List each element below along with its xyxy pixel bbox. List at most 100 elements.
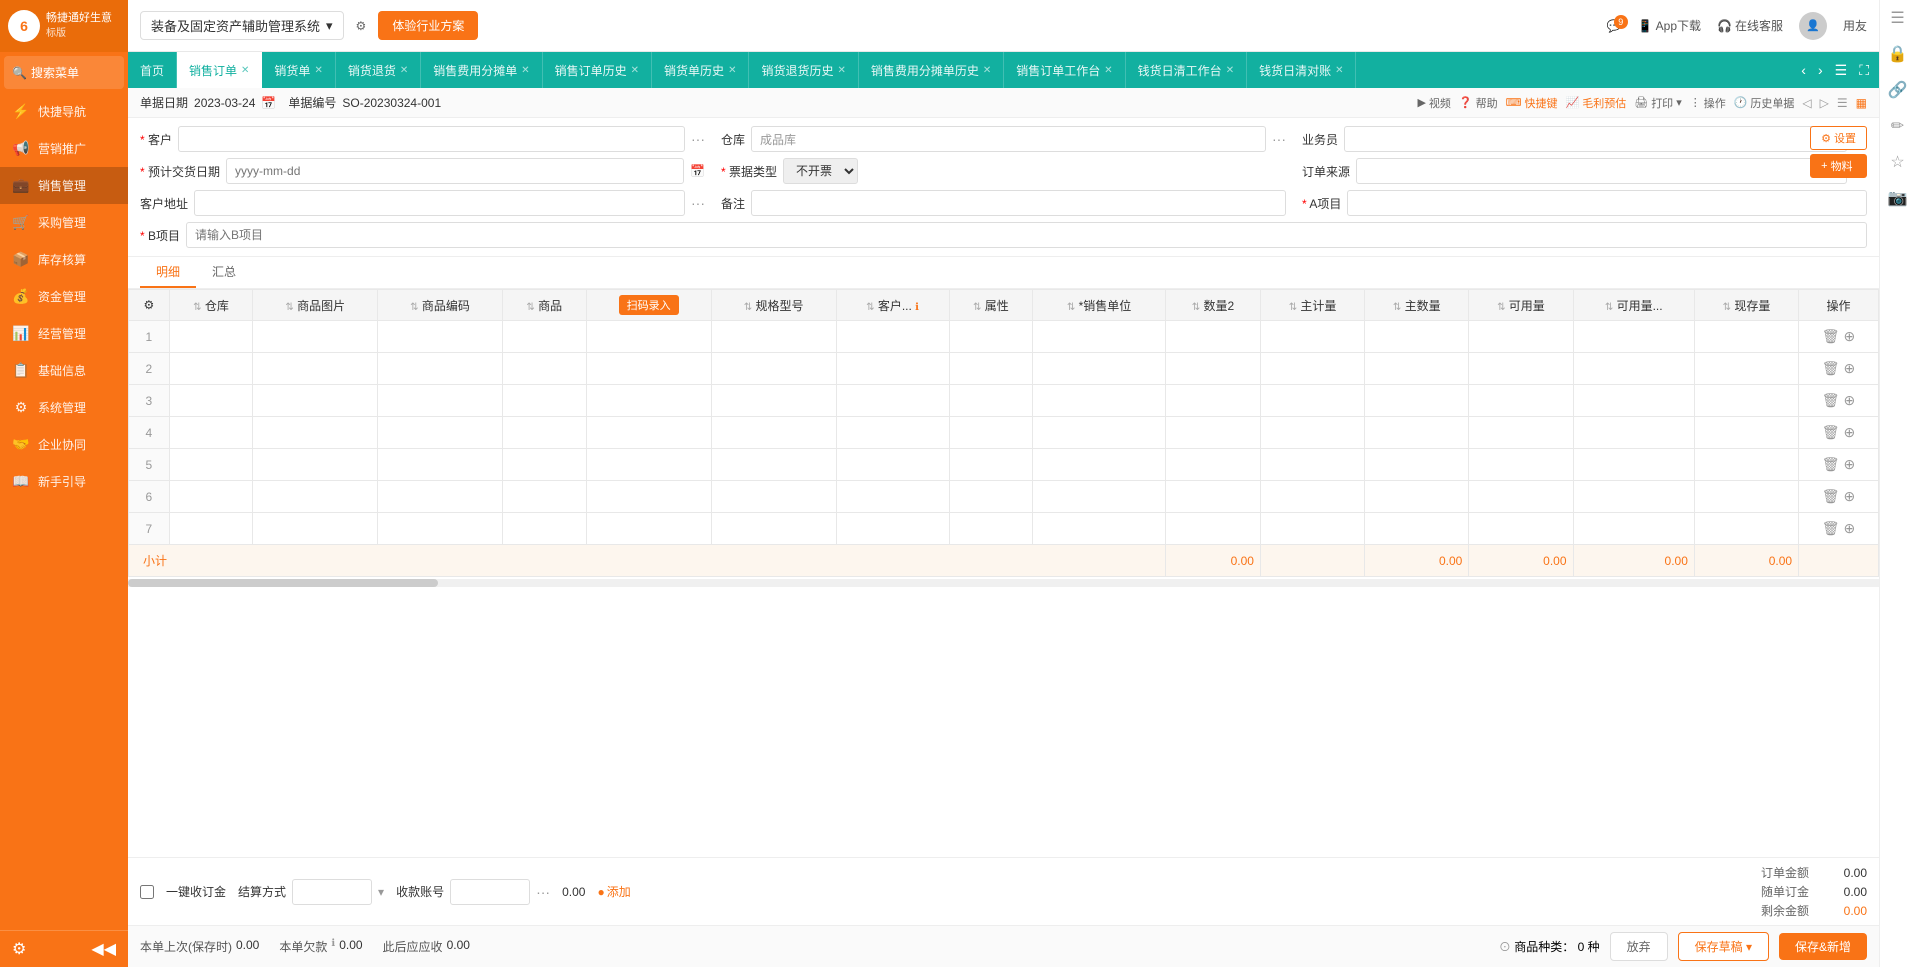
save-draft-chevron[interactable]: ▾: [1746, 940, 1752, 954]
add-material-button[interactable]: + 物料: [1810, 154, 1867, 178]
address-more-icon[interactable]: ···: [691, 195, 705, 211]
tab-close-icon[interactable]: ✕: [983, 65, 991, 76]
row-main-qty[interactable]: [1365, 449, 1469, 481]
app-download-link[interactable]: 📱 App下载: [1638, 17, 1701, 34]
row-qty2[interactable]: [1165, 321, 1260, 353]
tab-sales-order[interactable]: 销售订单 ✕: [177, 52, 262, 88]
sidebar-icon-1[interactable]: ☰: [1890, 8, 1904, 28]
row-customer-code[interactable]: [836, 385, 949, 417]
sidebar-icon-2[interactable]: 🔒: [1888, 44, 1908, 64]
row-unit[interactable]: [1033, 417, 1166, 449]
tab-sales-return[interactable]: 销货退货 ✕: [336, 52, 421, 88]
scan-button[interactable]: 扫码录入: [619, 295, 679, 315]
tab-close-icon[interactable]: ✕: [521, 65, 529, 76]
row-attribute[interactable]: [949, 353, 1033, 385]
method-input[interactable]: [292, 879, 372, 905]
method-chevron[interactable]: ▾: [378, 885, 384, 899]
row-spec[interactable]: [711, 513, 836, 545]
account-input[interactable]: [450, 879, 530, 905]
col-main-qty[interactable]: ⇅ 主数量: [1365, 290, 1469, 321]
row-main-unit[interactable]: [1260, 481, 1364, 513]
row-warehouse[interactable]: [169, 417, 253, 449]
tab-daily-workbench[interactable]: 钱货日清工作台 ✕: [1126, 52, 1247, 88]
row-product[interactable]: [502, 513, 586, 545]
row-main-unit[interactable]: [1260, 449, 1364, 481]
sidebar-item-management[interactable]: 📊 经营管理: [0, 315, 128, 352]
row-attribute[interactable]: [949, 449, 1033, 481]
row-main-unit[interactable]: [1260, 417, 1364, 449]
row-warehouse[interactable]: [169, 353, 253, 385]
row-code[interactable]: [378, 417, 503, 449]
sidebar-item-finance[interactable]: 💰 资金管理: [0, 278, 128, 315]
row-code[interactable]: [378, 321, 503, 353]
copy-icon[interactable]: ⊕: [1844, 456, 1856, 473]
tab-return-history[interactable]: 销货退货历史 ✕: [749, 52, 858, 88]
history-btn[interactable]: 🕐 历史单据: [1734, 95, 1795, 111]
print-btn[interactable]: 🖨 打印 ▾: [1634, 95, 1682, 111]
row-main-unit[interactable]: [1260, 385, 1364, 417]
row-main-qty[interactable]: [1365, 417, 1469, 449]
row-spec[interactable]: [711, 417, 836, 449]
row-product[interactable]: [502, 481, 586, 513]
col-code[interactable]: ⇅ 商品编码: [378, 290, 503, 321]
row-qty2[interactable]: [1165, 449, 1260, 481]
row-qty2[interactable]: [1165, 353, 1260, 385]
row-customer-code[interactable]: [836, 513, 949, 545]
row-attribute[interactable]: [949, 513, 1033, 545]
save-draft-button[interactable]: 保存草稿 ▾: [1678, 932, 1769, 961]
row-stock[interactable]: [1694, 449, 1798, 481]
row-main-unit[interactable]: [1260, 321, 1364, 353]
order-source-input[interactable]: [1356, 158, 1847, 184]
col-warehouse[interactable]: ⇅ 仓库: [169, 290, 253, 321]
sidebar-item-system[interactable]: ⚙ 系统管理: [0, 389, 128, 426]
tab-next-icon[interactable]: ›: [1812, 62, 1829, 78]
solution-button[interactable]: 体验行业方案: [378, 11, 478, 40]
row-main-unit[interactable]: [1260, 513, 1364, 545]
row-available2[interactable]: [1573, 513, 1694, 545]
help-btn[interactable]: ❓ 帮助: [1459, 95, 1498, 111]
row-available2[interactable]: [1573, 417, 1694, 449]
calendar-icon[interactable]: 📅: [261, 96, 276, 110]
row-available2[interactable]: [1573, 449, 1694, 481]
notification-badge[interactable]: 💬 9: [1607, 19, 1622, 33]
setup-button[interactable]: ⚙ 设置: [1810, 126, 1867, 150]
tab-close-icon[interactable]: ✕: [1104, 65, 1112, 76]
row-stock[interactable]: [1694, 481, 1798, 513]
row-product[interactable]: [502, 385, 586, 417]
sidebar-item-purchase[interactable]: 🛒 采购管理: [0, 204, 128, 241]
horizontal-scrollbar[interactable]: [128, 579, 1879, 587]
delete-icon[interactable]: 🗑: [1822, 488, 1840, 505]
row-code[interactable]: [378, 353, 503, 385]
tab-expense-history[interactable]: 销售费用分摊单历史 ✕: [859, 52, 1004, 88]
col-available[interactable]: ⇅ 可用量: [1469, 290, 1573, 321]
row-spec[interactable]: [711, 481, 836, 513]
row-code[interactable]: [378, 481, 503, 513]
row-customer-code[interactable]: [836, 353, 949, 385]
row-available2[interactable]: [1573, 353, 1694, 385]
row-stock[interactable]: [1694, 417, 1798, 449]
copy-icon[interactable]: ⊕: [1844, 520, 1856, 537]
gear-icon[interactable]: ⚙: [352, 15, 371, 37]
row-available2[interactable]: [1573, 321, 1694, 353]
row-unit[interactable]: [1033, 513, 1166, 545]
col-spec[interactable]: ⇅ 规格型号: [711, 290, 836, 321]
one-click-checkbox[interactable]: [140, 885, 154, 899]
note-input[interactable]: [751, 190, 1286, 216]
row-customer-code[interactable]: [836, 417, 949, 449]
delete-icon[interactable]: 🗑: [1822, 520, 1840, 537]
tab-close-icon[interactable]: ✕: [314, 65, 322, 76]
row-main-qty[interactable]: [1365, 513, 1469, 545]
warehouse-input[interactable]: [751, 126, 1266, 152]
tab-close-icon[interactable]: ✕: [241, 65, 249, 76]
row-available2[interactable]: [1573, 481, 1694, 513]
row-qty2[interactable]: [1165, 385, 1260, 417]
system-selector[interactable]: 装备及固定资产辅助管理系统 ▾: [140, 11, 344, 40]
sidebar-item-inventory[interactable]: 📦 库存核算: [0, 241, 128, 278]
account-more-icon[interactable]: ···: [536, 884, 550, 900]
row-unit[interactable]: [1033, 449, 1166, 481]
row-warehouse[interactable]: [169, 513, 253, 545]
tab-close-icon[interactable]: ✕: [728, 65, 736, 76]
tab-close-icon[interactable]: ✕: [1335, 65, 1343, 76]
row-available2[interactable]: [1573, 385, 1694, 417]
tab-menu-icon[interactable]: ☰: [1829, 62, 1854, 79]
